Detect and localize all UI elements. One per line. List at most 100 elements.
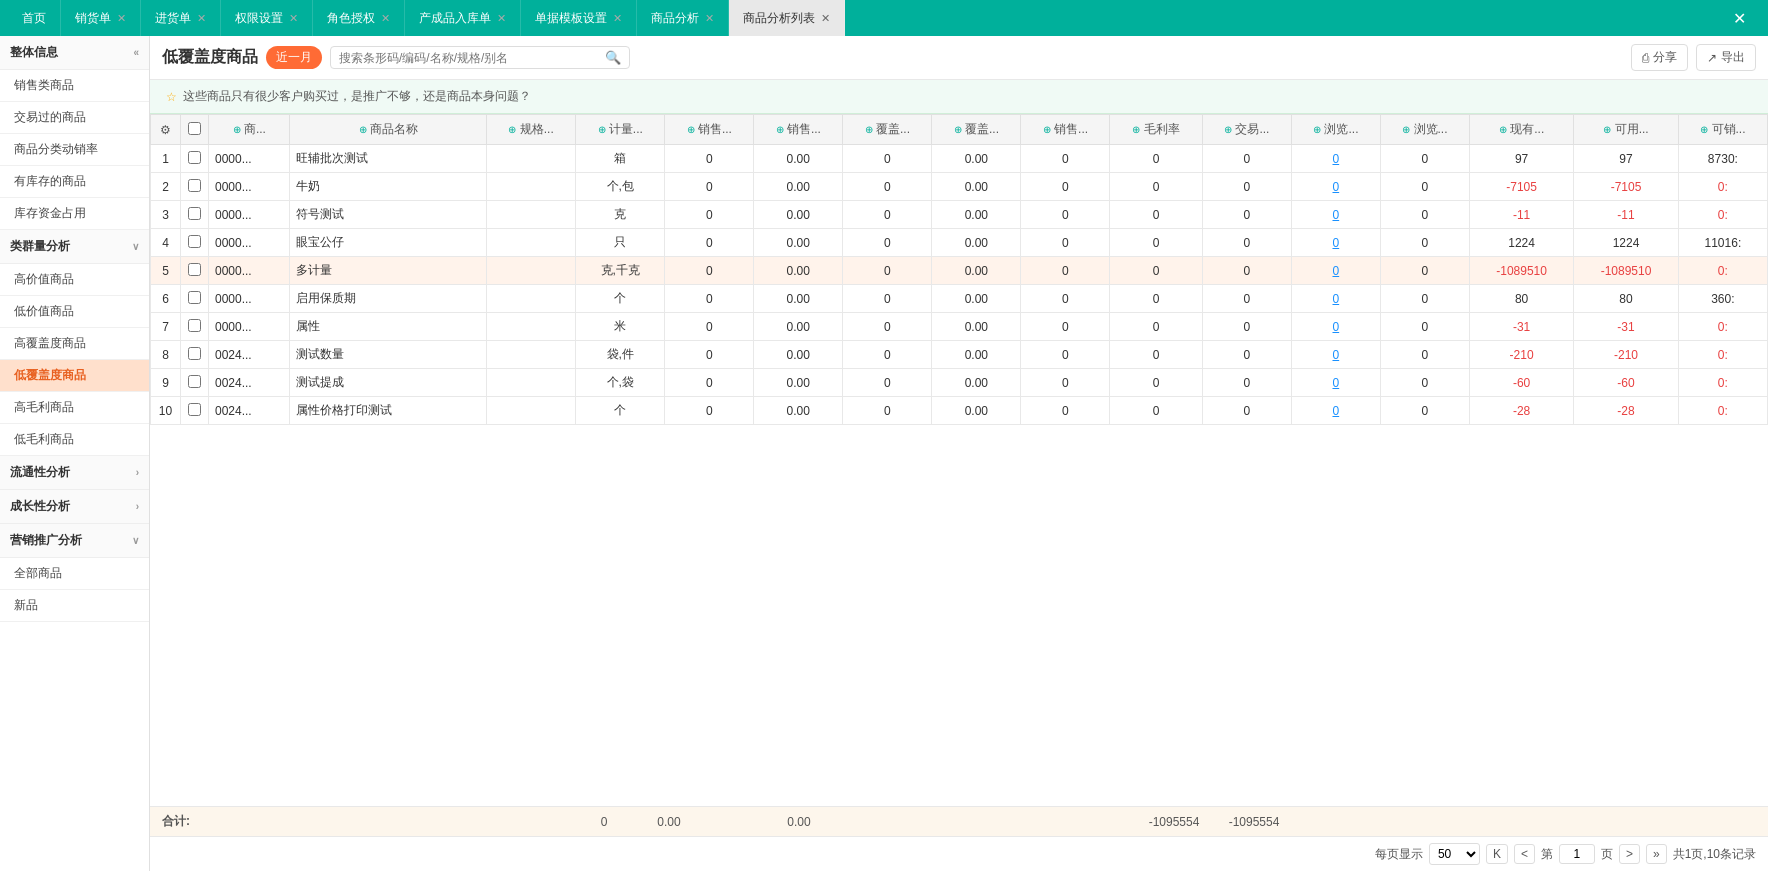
sidebar-item-new-goods[interactable]: 新品 (0, 590, 149, 622)
col-checkbox[interactable] (181, 115, 209, 145)
nav-purchase-close[interactable]: ✕ (197, 12, 206, 25)
select-all-checkbox[interactable] (188, 122, 201, 135)
col-stock-current[interactable]: ⊕ 现有... (1469, 115, 1573, 145)
col-margin[interactable]: ⊕ 毛利率 (1110, 115, 1202, 145)
col-spec[interactable]: ⊕ 规格... (487, 115, 576, 145)
sidebar-item-low-margin[interactable]: 低毛利商品 (0, 424, 149, 456)
nav-templates[interactable]: 单据模板设置 ✕ (521, 0, 637, 36)
first-page-button[interactable]: K (1486, 844, 1508, 864)
search-input[interactable] (339, 51, 605, 65)
col-unit[interactable]: ⊕ 计量... (576, 115, 665, 145)
nav-permissions-close[interactable]: ✕ (289, 12, 298, 25)
row-checkbox[interactable] (188, 347, 201, 360)
row-checkbox[interactable] (188, 207, 201, 220)
row-checkbox-cell[interactable] (181, 229, 209, 257)
col-sale-amt[interactable]: ⊕ 销售... (754, 115, 843, 145)
row-checkbox-cell[interactable] (181, 257, 209, 285)
sidebar-quantity-section[interactable]: 类群量分析 ∨ (0, 230, 149, 264)
row-checkbox[interactable] (188, 291, 201, 304)
sidebar-item-stock-goods[interactable]: 有库存的商品 (0, 166, 149, 198)
nav-product-analysis-list[interactable]: 商品分析列表 ✕ (729, 0, 845, 36)
nav-products-close[interactable]: ✕ (497, 12, 506, 25)
row-browse1[interactable]: 0 (1291, 397, 1380, 425)
time-filter-button[interactable]: 近一月 (266, 46, 322, 69)
row-browse1[interactable]: 0 (1291, 369, 1380, 397)
col-trade[interactable]: ⊕ 交易... (1202, 115, 1291, 145)
prev-page-button[interactable]: < (1514, 844, 1535, 864)
row-checkbox-cell[interactable] (181, 397, 209, 425)
row-browse1[interactable]: 0 (1291, 285, 1380, 313)
nav-templates-close[interactable]: ✕ (613, 12, 622, 25)
nav-purchase[interactable]: 进货单 ✕ (141, 0, 221, 36)
sidebar-item-category-rate[interactable]: 商品分类动销率 (0, 134, 149, 166)
col-cover1[interactable]: ⊕ 覆盖... (843, 115, 932, 145)
row-checkbox[interactable] (188, 151, 201, 164)
row-checkbox-cell[interactable] (181, 341, 209, 369)
sidebar-collapse-icon[interactable]: « (133, 47, 139, 58)
next-page-button[interactable]: > (1619, 844, 1640, 864)
col-cover2[interactable]: ⊕ 覆盖... (932, 115, 1021, 145)
row-checkbox-cell[interactable] (181, 173, 209, 201)
col-sale3[interactable]: ⊕ 销售... (1021, 115, 1110, 145)
sidebar-flow-arrow: › (136, 467, 139, 478)
row-browse1[interactable]: 0 (1291, 313, 1380, 341)
row-browse1[interactable]: 0 (1291, 201, 1380, 229)
sidebar-item-stock-capital[interactable]: 库存资金占用 (0, 198, 149, 230)
row-browse1[interactable]: 0 (1291, 173, 1380, 201)
last-page-button[interactable]: » (1646, 844, 1667, 864)
page-number-input[interactable] (1559, 844, 1595, 864)
sidebar-item-low-coverage[interactable]: 低覆盖度商品 (0, 360, 149, 392)
row-checkbox[interactable] (188, 403, 201, 416)
col-browse2[interactable]: ⊕ 浏览... (1380, 115, 1469, 145)
sidebar-item-low-value[interactable]: 低价值商品 (0, 296, 149, 328)
col-sale-qty[interactable]: ⊕ 销售... (665, 115, 754, 145)
row-name: 牛奶 (290, 173, 487, 201)
row-checkbox-cell[interactable] (181, 145, 209, 173)
row-checkbox[interactable] (188, 235, 201, 248)
window-close-button[interactable]: ✕ (1719, 0, 1760, 36)
sidebar-flow-section[interactable]: 流通性分析 › (0, 456, 149, 490)
nav-home[interactable]: 首页 (8, 0, 61, 36)
sidebar-growth-section[interactable]: 成长性分析 › (0, 490, 149, 524)
row-browse1[interactable]: 0 (1291, 229, 1380, 257)
nav-sales[interactable]: 销货单 ✕ (61, 0, 141, 36)
row-checkbox[interactable] (188, 179, 201, 192)
sidebar-item-high-margin[interactable]: 高毛利商品 (0, 392, 149, 424)
col-code[interactable]: ⊕ 商... (209, 115, 290, 145)
nav-product-analysis-list-close[interactable]: ✕ (821, 12, 830, 25)
sidebar-item-high-value[interactable]: 高价值商品 (0, 264, 149, 296)
share-button[interactable]: ⎙ 分享 (1631, 44, 1688, 71)
nav-roles-close[interactable]: ✕ (381, 12, 390, 25)
sidebar-marketing-section[interactable]: 营销推广分析 ∨ (0, 524, 149, 558)
nav-product-analysis-close[interactable]: ✕ (705, 12, 714, 25)
export-button[interactable]: ↗ 导出 (1696, 44, 1756, 71)
row-checkbox-cell[interactable] (181, 313, 209, 341)
row-browse1[interactable]: 0 (1291, 145, 1380, 173)
search-icon[interactable]: 🔍 (605, 50, 621, 65)
col-browse1[interactable]: ⊕ 浏览... (1291, 115, 1380, 145)
col-stock-sale[interactable]: ⊕ 可销... (1678, 115, 1767, 145)
col-name[interactable]: ⊕ 商品名称 (290, 115, 487, 145)
row-checkbox-cell[interactable] (181, 201, 209, 229)
row-checkbox[interactable] (188, 375, 201, 388)
nav-products[interactable]: 产成品入库单 ✕ (405, 0, 521, 36)
nav-roles[interactable]: 角色授权 ✕ (313, 0, 405, 36)
page-size-select[interactable]: 50 100 200 (1429, 843, 1480, 865)
row-browse1[interactable]: 0 (1291, 341, 1380, 369)
row-checkbox-cell[interactable] (181, 369, 209, 397)
nav-sales-close[interactable]: ✕ (117, 12, 126, 25)
table-wrapper[interactable]: ⚙ ⊕ 商... ⊕ 商品名称 ⊕ 规格... ⊕ 计量... ⊕ 销售... … (150, 114, 1768, 806)
nav-permissions[interactable]: 权限设置 ✕ (221, 0, 313, 36)
col-settings[interactable]: ⚙ (151, 115, 181, 145)
row-checkbox[interactable] (188, 263, 201, 276)
row-checkbox-cell[interactable] (181, 285, 209, 313)
sidebar-overall-section[interactable]: 整体信息 « (0, 36, 149, 70)
nav-product-analysis[interactable]: 商品分析 ✕ (637, 0, 729, 36)
sidebar-item-all-goods[interactable]: 全部商品 (0, 558, 149, 590)
row-browse1[interactable]: 0 (1291, 257, 1380, 285)
col-stock-avail[interactable]: ⊕ 可用... (1574, 115, 1678, 145)
sidebar-item-traded-goods[interactable]: 交易过的商品 (0, 102, 149, 134)
sidebar-item-sales-goods[interactable]: 销售类商品 (0, 70, 149, 102)
row-checkbox[interactable] (188, 319, 201, 332)
sidebar-item-high-coverage[interactable]: 高覆盖度商品 (0, 328, 149, 360)
